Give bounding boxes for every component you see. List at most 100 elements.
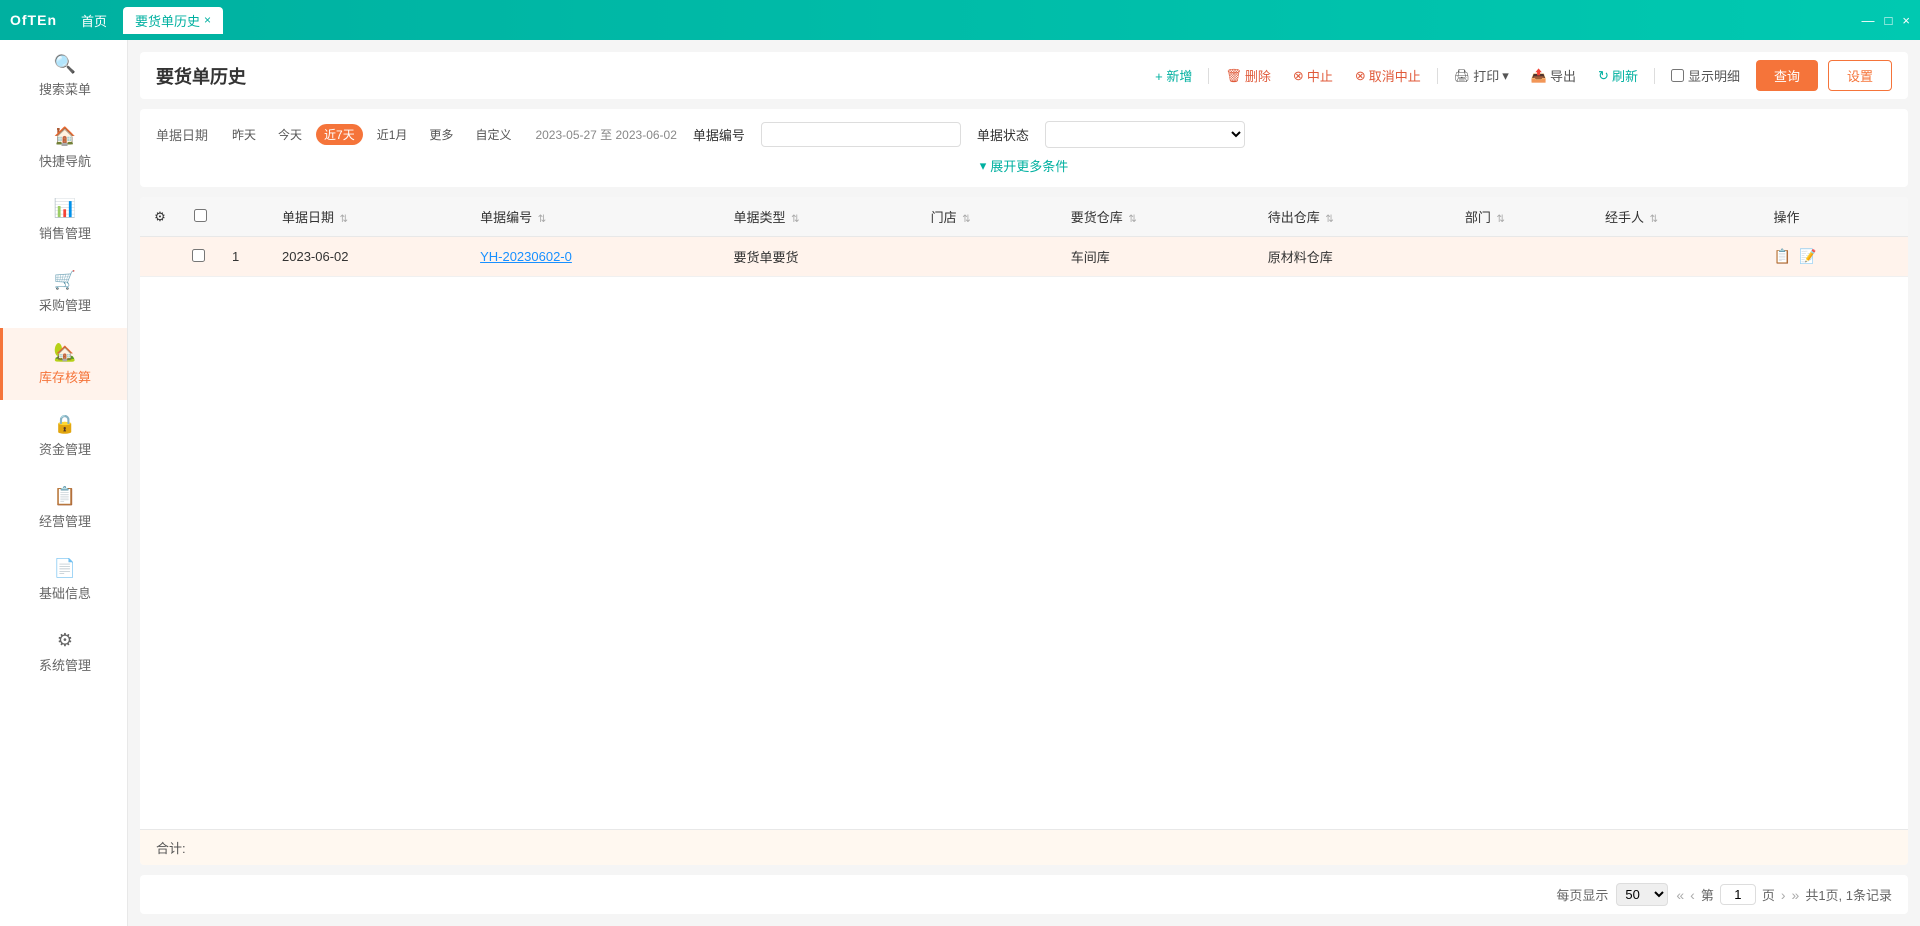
th-store-sort-icon[interactable]: ⇅ — [962, 214, 970, 225]
table-header: ⚙ 单据日期 ⇅ 单据编号 ⇅ — [140, 197, 1908, 237]
td-order-type: 要货单要货 — [722, 237, 919, 277]
th-req-warehouse-sort-icon[interactable]: ⇅ — [1128, 214, 1136, 225]
th-settings[interactable]: ⚙ — [140, 197, 180, 237]
per-page-select[interactable]: 50 100 200 — [1616, 883, 1668, 906]
next-page-button[interactable]: › — [1781, 887, 1786, 903]
maximize-button[interactable]: □ — [1885, 13, 1893, 28]
page-number-input[interactable]: 1 — [1720, 884, 1756, 905]
refresh-label: 刷新 — [1612, 66, 1638, 85]
table-footer: 合计: — [140, 829, 1908, 865]
select-all-checkbox[interactable] — [194, 209, 207, 222]
add-button[interactable]: + 新增 — [1149, 62, 1198, 89]
order-no-input[interactable] — [761, 122, 961, 147]
sidebar-item-operations-mgmt[interactable]: 📋 经营管理 — [0, 472, 127, 544]
date-btn-more[interactable]: 更多 — [421, 124, 461, 145]
first-page-button[interactable]: « — [1676, 887, 1684, 903]
toolbar-divider-3 — [1654, 68, 1655, 84]
th-order-no-sort-icon[interactable]: ⇅ — [538, 214, 546, 225]
print-dropdown-icon[interactable]: ▾ — [1502, 68, 1509, 84]
sidebar-item-inventory[interactable]: 🏡 库存核算 — [0, 328, 127, 400]
th-req-warehouse[interactable]: 要货仓库 ⇅ — [1059, 197, 1256, 237]
th-order-type-sort-icon[interactable]: ⇅ — [791, 214, 799, 225]
th-pending-warehouse-sort-icon[interactable]: ⇅ — [1325, 214, 1333, 225]
sidebar-item-search-menu[interactable]: 🔍 搜索菜单 — [0, 40, 127, 112]
th-date-sort-icon[interactable]: ⇅ — [340, 214, 348, 225]
window-controls: — □ × — [1862, 13, 1910, 28]
tab-order-history[interactable]: 要货单历史 × — [123, 7, 223, 34]
sidebar-item-quick-nav[interactable]: 🏠 快捷导航 — [0, 112, 127, 184]
tab-bar: 首页 要货单历史 × — [69, 7, 1862, 34]
tab-close-icon[interactable]: × — [204, 13, 211, 27]
orders-table: ⚙ 单据日期 ⇅ 单据编号 ⇅ — [140, 197, 1908, 277]
last-page-button[interactable]: » — [1792, 887, 1800, 903]
show-detail-toggle[interactable]: 显示明细 — [1665, 62, 1746, 89]
refresh-icon: ↻ — [1598, 68, 1609, 84]
date-range-display: 2023-05-27 至 2023-06-02 — [535, 126, 676, 143]
date-btn-custom[interactable]: 自定义 — [467, 124, 519, 145]
stop-label: 中止 — [1307, 66, 1333, 85]
status-select[interactable] — [1045, 121, 1245, 148]
sidebar-item-quick-nav-label: 快捷导航 — [39, 151, 91, 170]
print-icon: 🖨 — [1454, 68, 1471, 84]
th-order-type[interactable]: 单据类型 ⇅ — [722, 197, 919, 237]
window-close-button[interactable]: × — [1902, 13, 1910, 28]
export-button[interactable]: 📤 导出 — [1525, 62, 1582, 89]
order-no-label: 单据编号 — [693, 125, 745, 144]
stop-button[interactable]: ⊗ 中止 — [1287, 62, 1339, 89]
th-pending-warehouse-label: 待出仓库 — [1268, 210, 1320, 225]
th-department[interactable]: 部门 ⇅ — [1453, 197, 1593, 237]
th-pending-warehouse[interactable]: 待出仓库 ⇅ — [1256, 197, 1453, 237]
th-handler[interactable]: 经手人 ⇅ — [1593, 197, 1762, 237]
prev-page-button[interactable]: ‹ — [1690, 887, 1695, 903]
sidebar-item-basic-info[interactable]: 📄 基础信息 — [0, 544, 127, 616]
table-body: 1 2023-06-02 YH-20230602-0 要货单要货 — [140, 237, 1908, 277]
edit-action-icon[interactable]: 📝 — [1799, 248, 1816, 265]
th-handler-sort-icon[interactable]: ⇅ — [1650, 214, 1658, 225]
refresh-button[interactable]: ↻ 刷新 — [1592, 62, 1644, 89]
expand-more-label: 展开更多条件 — [990, 156, 1068, 175]
sidebar-item-inventory-label: 库存核算 — [39, 367, 91, 386]
th-store[interactable]: 门店 ⇅ — [919, 197, 1059, 237]
th-num — [220, 197, 270, 237]
th-date[interactable]: 单据日期 ⇅ — [270, 197, 468, 237]
minimize-button[interactable]: — — [1862, 13, 1875, 28]
page-label: 第 — [1701, 885, 1714, 904]
row-checkbox[interactable] — [192, 249, 205, 262]
th-req-warehouse-label: 要货仓库 — [1071, 210, 1123, 225]
pagination-bar: 每页显示 50 100 200 « ‹ 第 1 页 › » 共1页, 1条记录 — [140, 875, 1908, 914]
tab-home[interactable]: 首页 — [69, 7, 119, 34]
date-btn-7days[interactable]: 近7天 — [316, 124, 363, 145]
date-btn-yesterday[interactable]: 昨天 — [224, 124, 264, 145]
sidebar-item-purchase-mgmt[interactable]: 🛒 采购管理 — [0, 256, 127, 328]
total-info: 共1页, 1条记录 — [1805, 885, 1892, 904]
per-page-label: 每页显示 — [1556, 885, 1608, 904]
view-action-icon[interactable]: 📋 — [1774, 248, 1791, 265]
page-header: 要货单历史 + 新增 🗑 删除 ⊗ 中止 ⊗ 取消中止 🖨 — [140, 52, 1908, 99]
settings-button[interactable]: 设置 — [1828, 60, 1892, 91]
show-detail-checkbox[interactable] — [1671, 69, 1684, 82]
td-department — [1453, 237, 1593, 277]
date-btn-today[interactable]: 今天 — [270, 124, 310, 145]
th-department-sort-icon[interactable]: ⇅ — [1496, 214, 1504, 225]
system-mgmt-icon: ⚙ — [57, 630, 73, 651]
query-button[interactable]: 查询 — [1756, 60, 1818, 91]
cancel-stop-button[interactable]: ⊗ 取消中止 — [1349, 62, 1427, 89]
sidebar-item-finance-mgmt[interactable]: 🔒 资金管理 — [0, 400, 127, 472]
th-handler-label: 经手人 — [1605, 210, 1644, 225]
sidebar-item-operations-mgmt-label: 经营管理 — [39, 511, 91, 530]
action-icons: 📋 📝 — [1774, 248, 1896, 265]
sidebar-item-system-mgmt[interactable]: ⚙ 系统管理 — [0, 616, 127, 688]
print-button[interactable]: 🖨 打印 ▾ — [1448, 62, 1515, 89]
delete-button[interactable]: 🗑 删除 — [1219, 62, 1277, 89]
sidebar-item-sales-mgmt[interactable]: 📊 销售管理 — [0, 184, 127, 256]
purchase-mgmt-icon: 🛒 — [54, 270, 76, 291]
date-btn-1month[interactable]: 近1月 — [369, 124, 416, 145]
expand-more-btn[interactable]: ▾ 展开更多条件 — [156, 156, 1892, 175]
td-num: 1 — [220, 237, 270, 277]
th-order-no[interactable]: 单据编号 ⇅ — [468, 197, 721, 237]
row-num: 1 — [232, 249, 239, 264]
row-order-no-link[interactable]: YH-20230602-0 — [480, 249, 572, 264]
sidebar-item-basic-info-label: 基础信息 — [39, 583, 91, 602]
td-pending-warehouse: 原材料仓库 — [1256, 237, 1453, 277]
th-checkbox — [180, 197, 220, 237]
